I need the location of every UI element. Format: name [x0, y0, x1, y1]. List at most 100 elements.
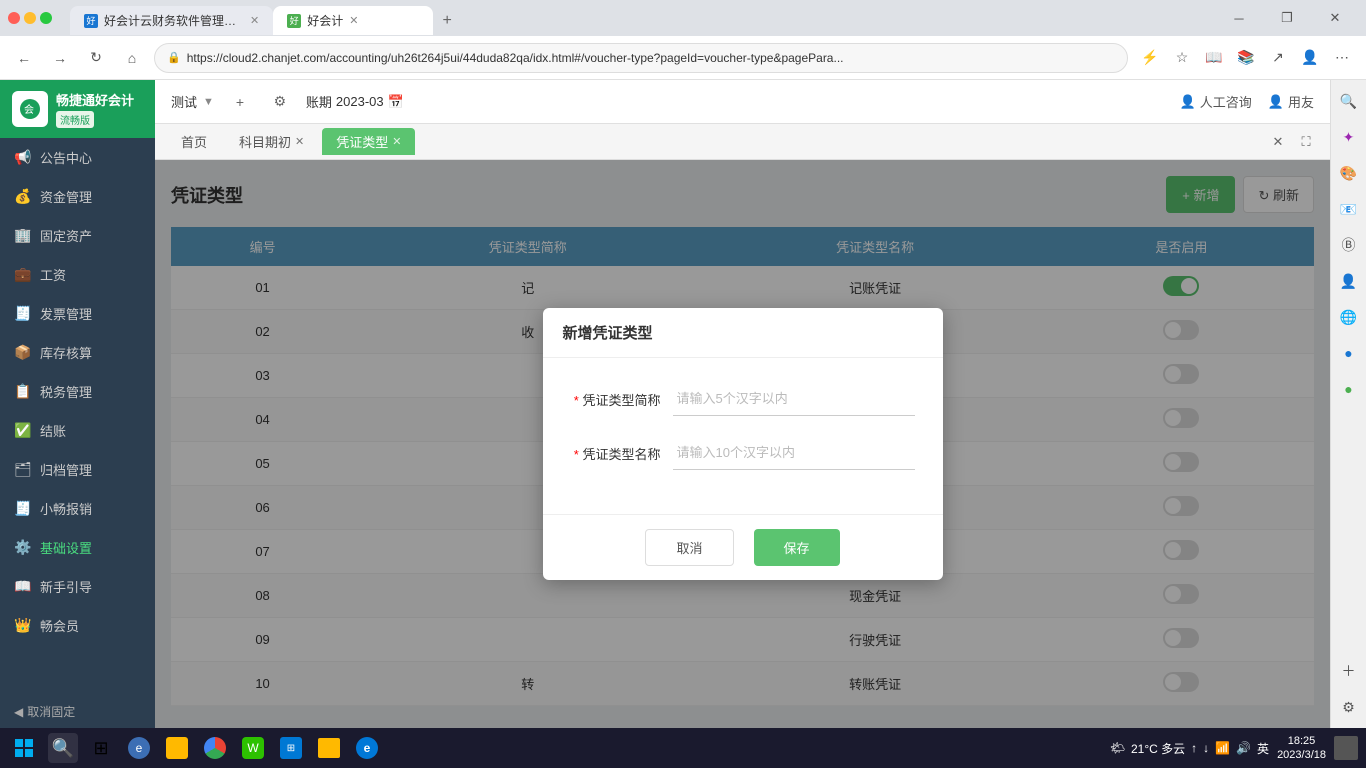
rt-search-btn[interactable]: 🔍 [1334, 86, 1364, 116]
form-group-name: * 凭证类型名称 [571, 436, 915, 470]
tab1-close-icon[interactable]: ✕ [250, 14, 259, 27]
weather-icon: 🌤 [1110, 741, 1125, 755]
logo-badge: 流畅版 [56, 111, 94, 128]
rt-ai-btn[interactable]: ✦ [1334, 122, 1364, 152]
browser-tab-1[interactable]: 好 好会计云财务软件管理系统_会计 ✕ [70, 6, 273, 35]
modal-overlay: 新增凭证类型 * 凭证类型简称 * [155, 160, 1330, 728]
sidebar-item-stock[interactable]: 📦 库存核算 [0, 333, 155, 372]
tab2-favicon: 好 [287, 14, 301, 28]
tab-close-all-btn[interactable]: ✕ [1266, 130, 1290, 154]
window-minimize-btn[interactable] [24, 12, 36, 24]
save-button[interactable]: 保存 [754, 529, 840, 566]
rt-profile-btn[interactable]: 👤 [1334, 266, 1364, 296]
taskbar-folder-btn[interactable] [314, 733, 344, 763]
tab-subject[interactable]: 科目期初 ✕ [225, 128, 318, 155]
extensions-btn[interactable]: ⚡ [1136, 44, 1164, 72]
win-close-btn[interactable]: ✕ [1312, 3, 1358, 33]
sidebar-label-fund: 资金管理 [40, 187, 92, 206]
sidebar-item-announcement[interactable]: 📢 公告中心 [0, 138, 155, 177]
workspace-selector[interactable]: 测试 ▼ [171, 92, 214, 111]
win-minimize-btn[interactable]: ─ [1216, 3, 1262, 33]
taskbar-edge-btn[interactable]: e [352, 733, 382, 763]
sidebar-label-settings: 基础设置 [40, 538, 92, 557]
sidebar-item-guide[interactable]: 📖 新手引导 [0, 567, 155, 606]
browser-chrome: 好 好会计云财务软件管理系统_会计 ✕ 好 好会计 ✕ + ─ ❐ ✕ [0, 0, 1366, 36]
abbr-input[interactable] [673, 382, 915, 416]
taskbar-search-btn[interactable]: 🔍 [48, 733, 78, 763]
sidebar-item-invoice[interactable]: 🧾 发票管理 [0, 294, 155, 333]
rt-green-btn[interactable]: ● [1334, 374, 1364, 404]
reading-btn[interactable]: 📖 [1200, 44, 1228, 72]
sidebar-pin-btn[interactable]: ◀ 取消固定 [0, 695, 155, 728]
home-button[interactable]: ⌂ [118, 44, 146, 72]
sidebar-item-salary[interactable]: 💼 工资 [0, 255, 155, 294]
tab-subject-close-icon[interactable]: ✕ [295, 135, 304, 148]
taskbar-chrome-btn[interactable] [200, 733, 230, 763]
rt-add-btn[interactable]: ＋ [1334, 656, 1364, 686]
rt-outlook-btn[interactable]: 📧 [1334, 194, 1364, 224]
notifications-btn[interactable] [1334, 736, 1358, 760]
start-button[interactable] [8, 732, 40, 764]
sidebar-item-expense[interactable]: 🧾 小畅报销 [0, 489, 155, 528]
stock-icon: 📦 [14, 344, 32, 362]
sidebar-label-member: 畅会员 [40, 616, 79, 635]
tab-voucher-close-icon[interactable]: ✕ [392, 135, 401, 148]
address-box[interactable]: 🔒 https://cloud2.chanjet.com/accounting/… [154, 43, 1128, 73]
taskbar-task-view-btn[interactable]: ⊞ [86, 733, 116, 763]
share-btn[interactable]: ↗ [1264, 44, 1292, 72]
window-close-btn[interactable] [8, 12, 20, 24]
rt-global-btn[interactable]: 🌐 [1334, 302, 1364, 332]
cancel-button[interactable]: 取消 [645, 529, 733, 566]
consult-button[interactable]: 👤 人工咨询 [1180, 92, 1252, 111]
user-button[interactable]: 👤 用友 [1268, 92, 1314, 111]
add-workspace-btn[interactable]: + [226, 88, 254, 116]
rt-blue-btn[interactable]: ● [1334, 338, 1364, 368]
tab-voucher-type[interactable]: 凭证类型 ✕ [322, 128, 415, 155]
tab-home[interactable]: 首页 [167, 128, 221, 155]
pin-icon: ◀ [14, 705, 23, 719]
taskbar-wechat-btn[interactable]: W [238, 733, 268, 763]
rt-settings-btn[interactable]: ⚙ [1334, 692, 1364, 722]
rt-paint-btn[interactable]: 🎨 [1334, 158, 1364, 188]
sidebar-item-member[interactable]: 👑 畅会员 [0, 606, 155, 645]
forward-button[interactable]: → [46, 44, 74, 72]
sidebar-item-tax[interactable]: 📋 税务管理 [0, 372, 155, 411]
tab1-label: 好会计云财务软件管理系统_会计 [104, 12, 244, 29]
browser-tab-2[interactable]: 好 好会计 ✕ [273, 6, 433, 35]
name-input[interactable] [673, 436, 915, 470]
rt-bing-btn[interactable]: Ⓑ [1334, 230, 1364, 260]
taskbar-browser-btn[interactable]: e [124, 733, 154, 763]
win-restore-btn[interactable]: ❐ [1264, 3, 1310, 33]
sidebar-item-archive[interactable]: 🗂 归档管理 [0, 450, 155, 489]
menu-btn[interactable]: ⋯ [1328, 44, 1356, 72]
favorites-btn[interactable]: ☆ [1168, 44, 1196, 72]
fund-icon: 💰 [14, 188, 32, 206]
taskbar-apps-btn[interactable]: ⊞ [276, 733, 306, 763]
tab-fullscreen-btn[interactable]: ⛶ [1294, 130, 1318, 154]
sidebar-item-settings[interactable]: ⚙️ 基础设置 [0, 528, 155, 567]
name-label-text: 凭证类型名称 [582, 447, 660, 462]
profile-btn[interactable]: 👤 [1296, 44, 1324, 72]
refresh-button[interactable]: ↻ [82, 44, 110, 72]
workspace-settings-btn[interactable]: ⚙ [266, 88, 294, 116]
collections-btn[interactable]: 📚 [1232, 44, 1260, 72]
sidebar-logo: 会 畅捷通好会计 流畅版 [0, 80, 155, 138]
sidebar-item-checkout[interactable]: ✅ 结账 [0, 411, 155, 450]
clock-time: 18:25 [1288, 734, 1316, 748]
tab2-close-icon[interactable]: ✕ [349, 14, 358, 27]
window-maximize-btn[interactable] [40, 12, 52, 24]
app-container: 会 畅捷通好会计 流畅版 📢 公告中心 💰 资金管理 🏢 固定资产 💼 [0, 80, 1366, 728]
window-controls: ─ ❐ ✕ [1216, 3, 1358, 33]
taskbar-file-btn[interactable] [162, 733, 192, 763]
modal-dialog: 新增凭证类型 * 凭证类型简称 * [543, 308, 943, 580]
modal-title: 新增凭证类型 [563, 322, 653, 343]
name-label: * 凭证类型名称 [571, 444, 661, 463]
weather-text: 21°C 多云 [1131, 740, 1185, 757]
taskbar-clock: 18:25 2023/3/18 [1277, 734, 1326, 763]
sidebar-item-fixed-asset[interactable]: 🏢 固定资产 [0, 216, 155, 255]
network-down-icon: ↓ [1203, 741, 1209, 755]
new-tab-button[interactable]: + [433, 7, 461, 35]
expense-icon: 🧾 [14, 500, 32, 518]
sidebar-item-fund[interactable]: 💰 资金管理 [0, 177, 155, 216]
back-button[interactable]: ← [10, 44, 38, 72]
